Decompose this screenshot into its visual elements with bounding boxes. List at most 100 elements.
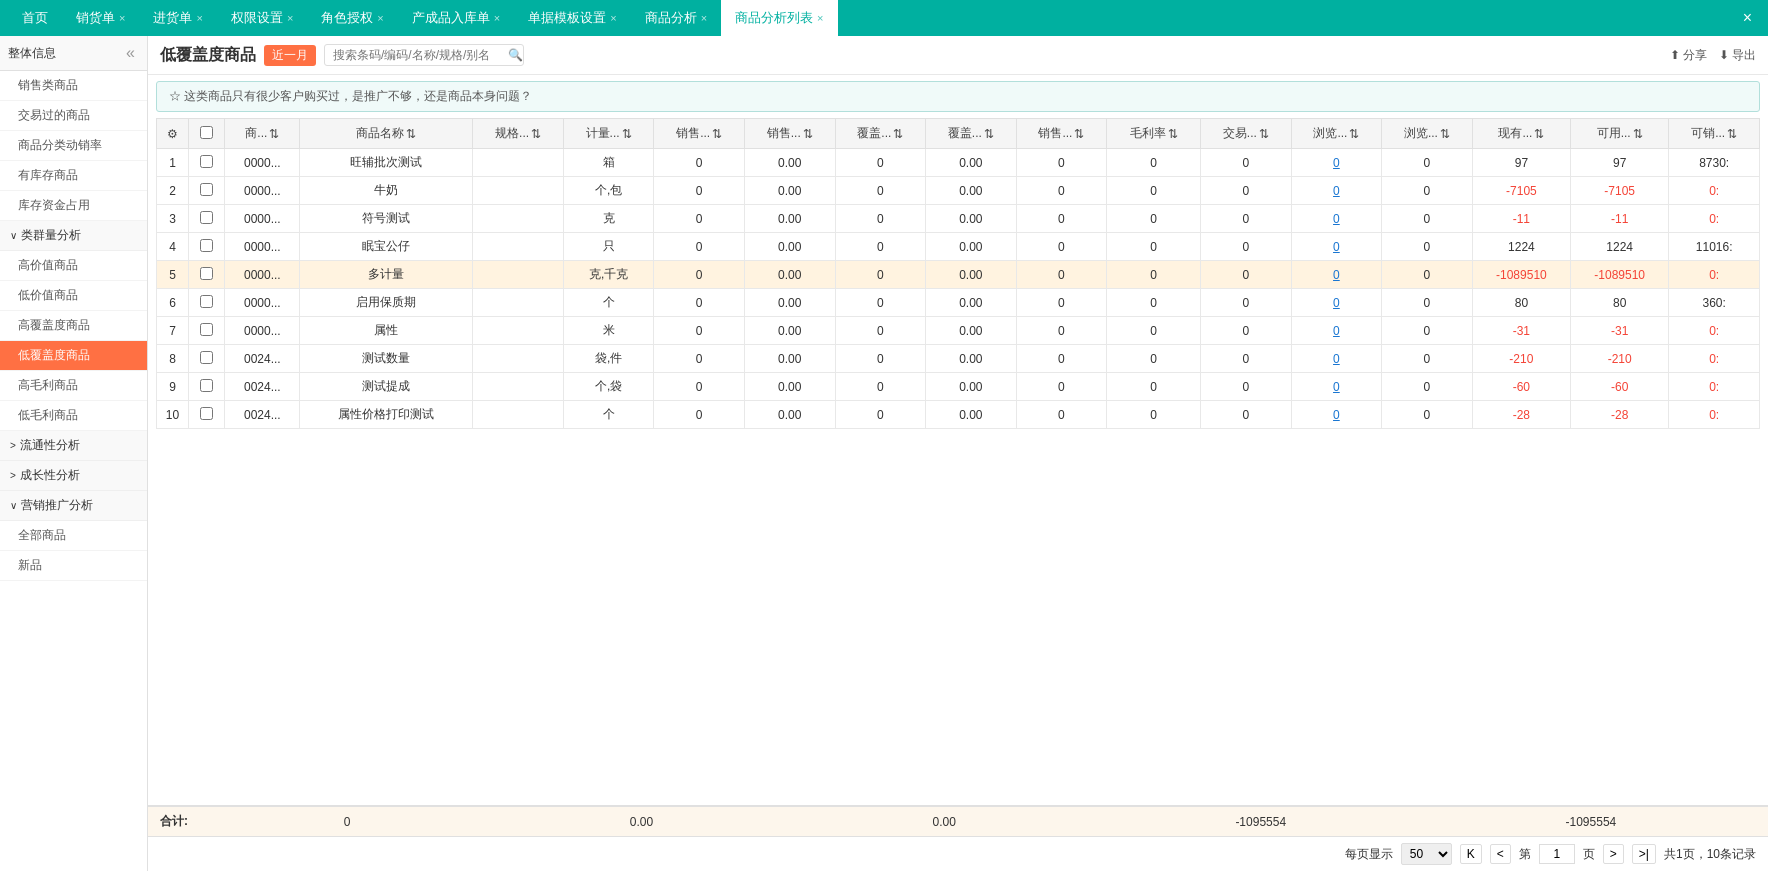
sidebar-section-liquidity[interactable]: > 流通性分析 bbox=[0, 431, 147, 461]
row-browse1[interactable]: 0 bbox=[1291, 317, 1382, 345]
row-checkbox[interactable] bbox=[189, 205, 225, 233]
time-filter-button[interactable]: 近一月 bbox=[264, 45, 316, 66]
row-browse1[interactable]: 0 bbox=[1291, 233, 1382, 261]
nav-close-all-btn[interactable]: × bbox=[1735, 9, 1760, 27]
nav-close-product-analysis-list[interactable]: × bbox=[817, 12, 823, 24]
sidebar-item-stock-fund[interactable]: 库存资金占用 bbox=[0, 191, 147, 221]
th-sale-amt[interactable]: 销售...⇅ bbox=[744, 119, 835, 149]
nav-purchase[interactable]: 进货单 × bbox=[139, 0, 216, 36]
row-select-checkbox[interactable] bbox=[200, 323, 213, 336]
nav-sales[interactable]: 销货单 × bbox=[62, 0, 139, 36]
row-select-checkbox[interactable] bbox=[200, 211, 213, 224]
nav-close-sales[interactable]: × bbox=[119, 12, 125, 24]
row-name: 旺辅批次测试 bbox=[300, 149, 473, 177]
sidebar-section-cluster[interactable]: ∨ 类群量分析 bbox=[0, 221, 147, 251]
sidebar-section-marketing[interactable]: ∨ 营销推广分析 bbox=[0, 491, 147, 521]
sidebar-item-category-rate[interactable]: 商品分类动销率 bbox=[0, 131, 147, 161]
nav-product-analysis[interactable]: 商品分析 × bbox=[631, 0, 721, 36]
nav-close-role[interactable]: × bbox=[377, 12, 383, 24]
th-spec[interactable]: 规格...⇅ bbox=[473, 119, 564, 149]
share-button[interactable]: ⬆ 分享 bbox=[1670, 47, 1707, 64]
sidebar-item-new-goods[interactable]: 新品 bbox=[0, 551, 147, 581]
sidebar-item-in-stock[interactable]: 有库存商品 bbox=[0, 161, 147, 191]
row-select-checkbox[interactable] bbox=[200, 295, 213, 308]
row-browse1[interactable]: 0 bbox=[1291, 177, 1382, 205]
sidebar-item-low-margin[interactable]: 低毛利商品 bbox=[0, 401, 147, 431]
th-sale-num[interactable]: 销售...⇅ bbox=[1016, 119, 1107, 149]
nav-home[interactable]: 首页 bbox=[8, 0, 62, 36]
row-select-checkbox[interactable] bbox=[200, 239, 213, 252]
row-checkbox[interactable] bbox=[189, 149, 225, 177]
row-browse1[interactable]: 0 bbox=[1291, 149, 1382, 177]
row-select-checkbox[interactable] bbox=[200, 379, 213, 392]
footer-sale-qty: 0 bbox=[344, 815, 351, 829]
row-checkbox[interactable] bbox=[189, 233, 225, 261]
row-browse1[interactable]: 0 bbox=[1291, 345, 1382, 373]
th-settings[interactable]: ⚙ bbox=[157, 119, 189, 149]
row-browse1[interactable]: 0 bbox=[1291, 401, 1382, 429]
row-checkbox[interactable] bbox=[189, 317, 225, 345]
sidebar-collapse-btn[interactable]: « bbox=[122, 40, 139, 66]
th-code[interactable]: 商...⇅ bbox=[225, 119, 300, 149]
nav-template[interactable]: 单据模板设置 × bbox=[514, 0, 630, 36]
sidebar-item-high-margin[interactable]: 高毛利商品 bbox=[0, 371, 147, 401]
nav-perm[interactable]: 权限设置 × bbox=[217, 0, 307, 36]
nav-close-product-analysis[interactable]: × bbox=[701, 12, 707, 24]
sidebar-item-all-goods[interactable]: 全部商品 bbox=[0, 521, 147, 551]
next-page-btn[interactable]: > bbox=[1603, 844, 1624, 864]
th-trade[interactable]: 交易...⇅ bbox=[1201, 119, 1292, 149]
nav-role[interactable]: 角色授权 × bbox=[307, 0, 397, 36]
search-icon[interactable]: 🔍 bbox=[508, 48, 523, 62]
sidebar-item-sales-goods[interactable]: 销售类商品 bbox=[0, 71, 147, 101]
select-all-checkbox[interactable] bbox=[200, 126, 213, 139]
per-page-select[interactable]: 50 20 100 bbox=[1401, 843, 1452, 865]
prev-page-btn[interactable]: < bbox=[1490, 844, 1511, 864]
row-select-checkbox[interactable] bbox=[200, 407, 213, 420]
row-checkbox[interactable] bbox=[189, 373, 225, 401]
page-number-input[interactable] bbox=[1539, 844, 1575, 864]
row-checkbox[interactable] bbox=[189, 401, 225, 429]
th-browse1[interactable]: 浏览...⇅ bbox=[1291, 119, 1382, 149]
th-stock1[interactable]: 现有...⇅ bbox=[1472, 119, 1570, 149]
nav-close-template[interactable]: × bbox=[610, 12, 616, 24]
th-cover1[interactable]: 覆盖...⇅ bbox=[835, 119, 926, 149]
row-browse1[interactable]: 0 bbox=[1291, 289, 1382, 317]
th-checkbox[interactable] bbox=[189, 119, 225, 149]
sidebar-item-low-value[interactable]: 低价值商品 bbox=[0, 281, 147, 311]
row-select-checkbox[interactable] bbox=[200, 183, 213, 196]
th-sale-qty[interactable]: 销售...⇅ bbox=[654, 119, 745, 149]
row-select-checkbox[interactable] bbox=[200, 351, 213, 364]
row-checkbox[interactable] bbox=[189, 177, 225, 205]
th-cover2[interactable]: 覆盖...⇅ bbox=[926, 119, 1017, 149]
th-sale-stock[interactable]: 可销...⇅ bbox=[1669, 119, 1760, 149]
row-browse1[interactable]: 0 bbox=[1291, 373, 1382, 401]
sidebar-item-high-value[interactable]: 高价值商品 bbox=[0, 251, 147, 281]
row-browse1[interactable]: 0 bbox=[1291, 205, 1382, 233]
row-spec bbox=[473, 289, 564, 317]
row-sale-stock: 0: bbox=[1669, 177, 1760, 205]
sidebar-section-growth[interactable]: > 成长性分析 bbox=[0, 461, 147, 491]
th-browse2[interactable]: 浏览...⇅ bbox=[1382, 119, 1473, 149]
th-name[interactable]: 商品名称⇅ bbox=[300, 119, 473, 149]
first-page-btn[interactable]: K bbox=[1460, 844, 1482, 864]
row-select-checkbox[interactable] bbox=[200, 267, 213, 280]
last-page-btn[interactable]: >| bbox=[1632, 844, 1656, 864]
export-button[interactable]: ⬇ 导出 bbox=[1719, 47, 1756, 64]
nav-product-in[interactable]: 产成品入库单 × bbox=[398, 0, 514, 36]
sidebar-item-high-coverage[interactable]: 高覆盖度商品 bbox=[0, 311, 147, 341]
row-select-checkbox[interactable] bbox=[200, 155, 213, 168]
th-unit[interactable]: 计量...⇅ bbox=[563, 119, 654, 149]
sidebar-item-traded-goods[interactable]: 交易过的商品 bbox=[0, 101, 147, 131]
th-gross[interactable]: 毛利率⇅ bbox=[1107, 119, 1201, 149]
row-browse1[interactable]: 0 bbox=[1291, 261, 1382, 289]
row-checkbox[interactable] bbox=[189, 345, 225, 373]
nav-close-perm[interactable]: × bbox=[287, 12, 293, 24]
row-checkbox[interactable] bbox=[189, 289, 225, 317]
nav-close-purchase[interactable]: × bbox=[196, 12, 202, 24]
sidebar-item-low-coverage[interactable]: 低覆盖度商品 bbox=[0, 341, 147, 371]
nav-close-product-in[interactable]: × bbox=[494, 12, 500, 24]
search-input[interactable] bbox=[324, 44, 524, 66]
th-stock2[interactable]: 可用...⇅ bbox=[1571, 119, 1669, 149]
row-checkbox[interactable] bbox=[189, 261, 225, 289]
nav-product-analysis-list[interactable]: 商品分析列表 × bbox=[721, 0, 837, 36]
